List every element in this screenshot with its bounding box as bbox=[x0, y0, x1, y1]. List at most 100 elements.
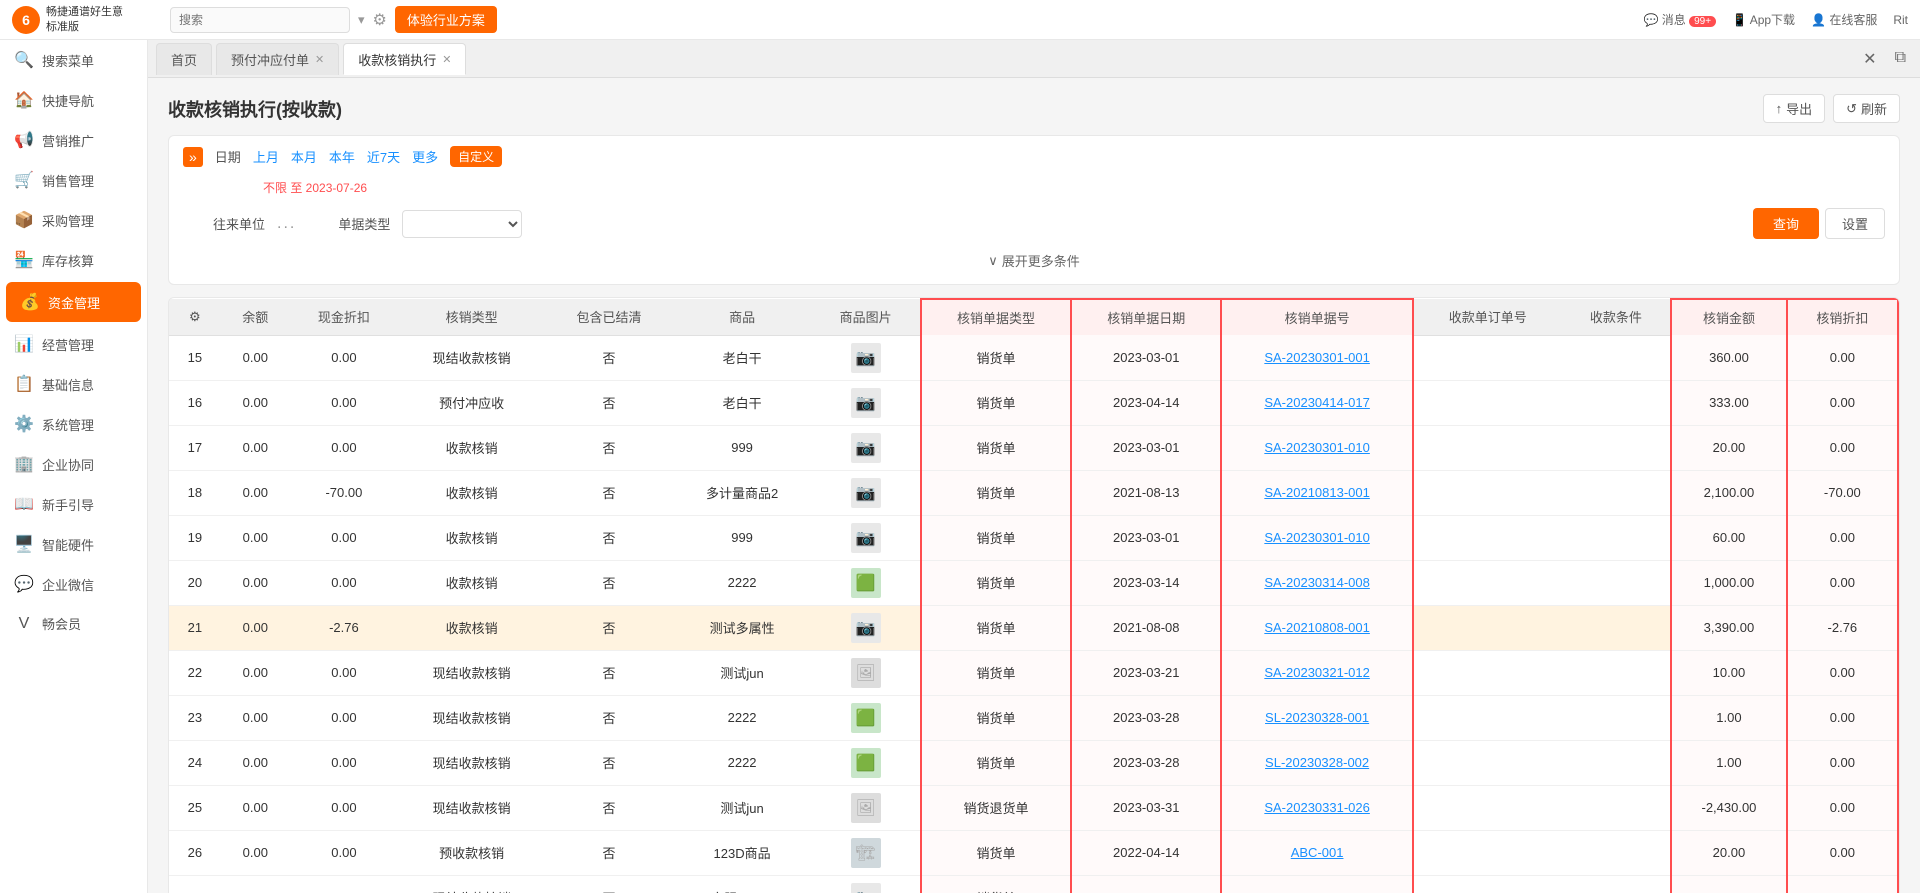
sidebar-item-wechat[interactable]: 💬 企业微信 bbox=[0, 564, 147, 604]
cell-included: 否 bbox=[545, 605, 673, 650]
sidebar-item-basic[interactable]: 📋 基础信息 bbox=[0, 364, 147, 404]
sidebar-item-operation[interactable]: 📊 经营管理 bbox=[0, 324, 147, 364]
app-download-link[interactable]: 📱 App下载 bbox=[1732, 11, 1795, 28]
cell-discount: -2.76 bbox=[1787, 605, 1898, 650]
export-button[interactable]: ↑ 导出 bbox=[1763, 94, 1826, 123]
sidebar-item-inventory[interactable]: 🏪 库存核算 bbox=[0, 240, 147, 280]
cell-verify-type: 现结收款核销 bbox=[398, 875, 545, 893]
tab-prepay-close[interactable]: ✕ bbox=[315, 53, 324, 66]
cell-doc-no[interactable]: SA-20230301-001 bbox=[1221, 335, 1413, 380]
cell-doc-no[interactable]: SA-20230414-017 bbox=[1221, 380, 1413, 425]
cell-doc-type: 销货单 bbox=[921, 335, 1071, 380]
sidebar-item-member[interactable]: V 畅会员 bbox=[0, 604, 147, 643]
cell-num: 27 bbox=[169, 875, 221, 893]
cell-amount: 20.00 bbox=[1671, 425, 1787, 470]
cell-num: 15 bbox=[169, 335, 221, 380]
smart-icon: 🖥️ bbox=[14, 534, 34, 554]
tab-prepay[interactable]: 预付冲应付单 ✕ bbox=[216, 43, 339, 75]
logo-icon: 6 bbox=[12, 6, 40, 34]
cell-product: 2222 bbox=[673, 740, 812, 785]
cell-amount: 1.00 bbox=[1671, 695, 1787, 740]
cell-amount: 20.00 bbox=[1671, 830, 1787, 875]
cell-doc-no[interactable]: SA-20210813-001 bbox=[1221, 470, 1413, 515]
top-search-input[interactable] bbox=[170, 7, 350, 33]
industry-solution-button[interactable]: 体验行业方案 bbox=[395, 6, 497, 33]
cell-doc-no[interactable]: SA-20230301-010 bbox=[1221, 515, 1413, 560]
sidebar-item-enterprise[interactable]: 🏢 企业协同 bbox=[0, 444, 147, 484]
sidebar-item-shortcut[interactable]: 🏠 快捷导航 bbox=[0, 80, 147, 120]
cell-doc-no[interactable]: SA-20230314-008 bbox=[1221, 560, 1413, 605]
filter-expand-arrow[interactable]: » bbox=[183, 147, 203, 167]
tab-maximize-icon[interactable]: ⧉ bbox=[1889, 47, 1912, 71]
top-right-actions: 💬 消息 99+ 📱 App下载 👤 在线客服 Rit bbox=[1643, 11, 1908, 28]
doc-type-select[interactable] bbox=[402, 210, 522, 238]
cell-doc-date: 2023-03-21 bbox=[1071, 650, 1221, 695]
custom-date-button[interactable]: 自定义 bbox=[450, 146, 502, 167]
cell-amount: 10.00 bbox=[1671, 650, 1787, 695]
cell-payment-term bbox=[1562, 785, 1672, 830]
cell-included: 否 bbox=[545, 380, 673, 425]
cell-amount: 3,390.00 bbox=[1671, 605, 1787, 650]
cell-order-no bbox=[1413, 830, 1562, 875]
tab-receipt-label: 收款核销执行 bbox=[358, 50, 436, 69]
cell-balance: 0.00 bbox=[221, 560, 290, 605]
cell-doc-no[interactable]: SL-20230328-001 bbox=[1221, 695, 1413, 740]
date-this-year[interactable]: 本年 bbox=[329, 147, 355, 166]
refresh-button[interactable]: ↺ 刷新 bbox=[1833, 94, 1900, 123]
tab-receipt[interactable]: 收款核销执行 ✕ bbox=[343, 43, 466, 75]
date-filter-label: 日期 bbox=[215, 147, 241, 166]
tab-home[interactable]: 首页 bbox=[156, 43, 212, 75]
sidebar-item-system[interactable]: ⚙️ 系统管理 bbox=[0, 404, 147, 444]
source-unit-input[interactable]: ... bbox=[277, 215, 296, 233]
cell-cash-discount: 0.00 bbox=[290, 785, 398, 830]
cell-num: 24 bbox=[169, 740, 221, 785]
sidebar-item-guide[interactable]: 📖 新手引导 bbox=[0, 484, 147, 524]
date-7-days[interactable]: 近7天 bbox=[367, 147, 400, 166]
table-body: 15 0.00 0.00 现结收款核销 否 老白干 📷 销货单 2023-03-… bbox=[169, 335, 1898, 893]
expand-more-button[interactable]: ∨ 展开更多条件 bbox=[183, 247, 1885, 274]
cell-doc-no[interactable]: SA-20230321-012 bbox=[1221, 650, 1413, 695]
sidebar-item-smart[interactable]: 🖥️ 智能硬件 bbox=[0, 524, 147, 564]
table-row: 17 0.00 0.00 收款核销 否 999 📷 销货单 2023-03-01… bbox=[169, 425, 1898, 470]
table-scroll[interactable]: ⚙ 余额 现金折扣 核销类型 包含已结清 商品 商品图片 核销单据类型 核销单据… bbox=[169, 298, 1899, 893]
header-row: ⚙ 余额 现金折扣 核销类型 包含已结清 商品 商品图片 核销单据类型 核销单据… bbox=[169, 299, 1898, 335]
cell-doc-date: 2021-08-08 bbox=[1071, 605, 1221, 650]
query-button[interactable]: 查询 bbox=[1753, 208, 1819, 239]
cell-doc-no[interactable]: ABC-001 bbox=[1221, 830, 1413, 875]
cell-balance: 0.00 bbox=[221, 515, 290, 560]
date-this-month[interactable]: 本月 bbox=[291, 147, 317, 166]
cell-balance: 0.00 bbox=[221, 875, 290, 893]
sidebar-item-marketing[interactable]: 📢 营销推广 bbox=[0, 120, 147, 160]
cell-doc-no[interactable]: SL-20230328-002 bbox=[1221, 740, 1413, 785]
table-row: 25 0.00 0.00 现结收款核销 否 测试jun 🖼 销货退货单 2023… bbox=[169, 785, 1898, 830]
cell-num: 20 bbox=[169, 560, 221, 605]
cell-doc-no[interactable]: SA-20210808-001 bbox=[1221, 605, 1413, 650]
cell-product-img: 📷 bbox=[811, 875, 921, 893]
tab-minimize-icon[interactable]: ✕ bbox=[1857, 47, 1882, 71]
sidebar-label-wechat: 企业微信 bbox=[42, 575, 94, 594]
cell-doc-no[interactable]: SA-20230301-010 bbox=[1221, 425, 1413, 470]
user-account[interactable]: Rit bbox=[1893, 13, 1908, 27]
settings-icon[interactable]: ⚙ bbox=[373, 10, 387, 30]
cell-doc-no[interactable]: SL-20230408-001 bbox=[1221, 875, 1413, 893]
cell-balance: 0.00 bbox=[221, 380, 290, 425]
online-service-link[interactable]: 👤 在线客服 bbox=[1811, 11, 1877, 28]
search-dropdown-icon[interactable]: ▾ bbox=[358, 12, 365, 28]
sidebar-item-search[interactable]: 🔍 搜索菜单 bbox=[0, 40, 147, 80]
date-last-month[interactable]: 上月 bbox=[253, 147, 279, 166]
table-row: 19 0.00 0.00 收款核销 否 999 📷 销货单 2023-03-01… bbox=[169, 515, 1898, 560]
cell-order-no bbox=[1413, 875, 1562, 893]
tab-receipt-close[interactable]: ✕ bbox=[442, 53, 451, 66]
cell-doc-no[interactable]: SA-20230331-026 bbox=[1221, 785, 1413, 830]
top-bar: 6 畅捷通谱好生意 标准版 ▾ ⚙ 体验行业方案 💬 消息 99+ 📱 App下… bbox=[0, 0, 1920, 40]
setting-button[interactable]: 设置 bbox=[1825, 208, 1885, 239]
th-included: 包含已结清 bbox=[545, 299, 673, 335]
sidebar-item-finance[interactable]: 💰 资金管理 bbox=[6, 282, 141, 322]
cell-cash-discount: 0.00 bbox=[290, 695, 398, 740]
sidebar-item-purchase[interactable]: 📦 采购管理 bbox=[0, 200, 147, 240]
message-icon[interactable]: 💬 消息 99+ bbox=[1643, 11, 1716, 28]
cell-included: 否 bbox=[545, 650, 673, 695]
date-more[interactable]: 更多 bbox=[412, 147, 438, 166]
cell-verify-type: 预付冲应收 bbox=[398, 380, 545, 425]
sidebar-item-sales[interactable]: 🛒 销售管理 bbox=[0, 160, 147, 200]
